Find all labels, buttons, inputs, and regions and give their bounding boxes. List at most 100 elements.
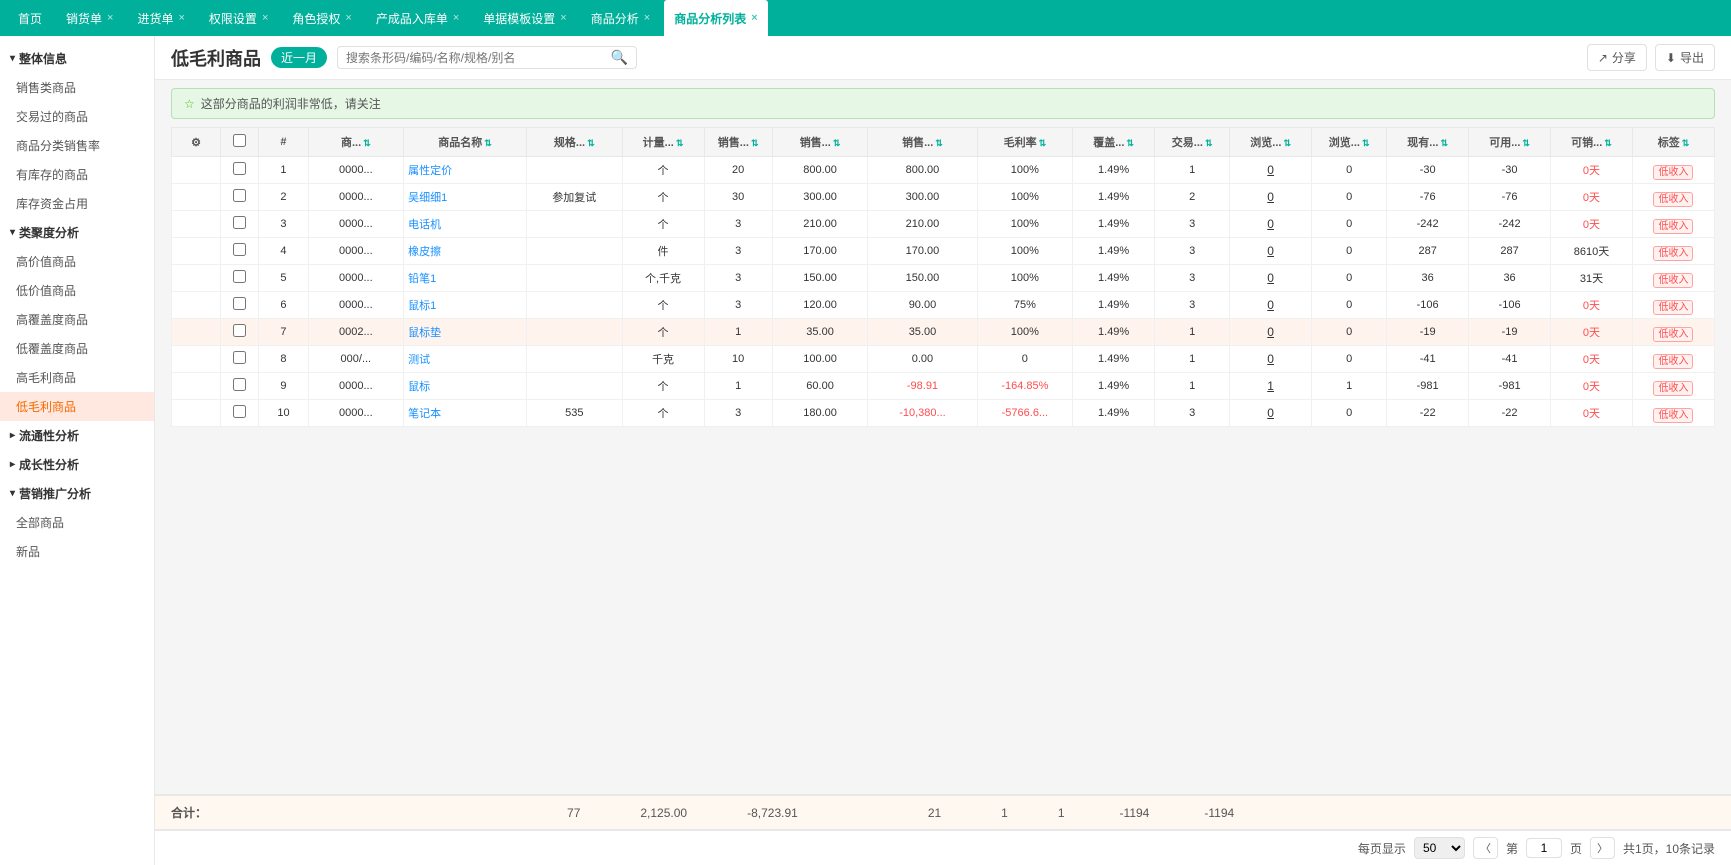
nav-role-close[interactable]: × [345, 12, 351, 24]
view1-value[interactable]: 1 [1267, 379, 1274, 393]
sidebar-group-marketing[interactable]: ▾ 营销推广分析 [0, 479, 154, 508]
cell-check[interactable] [221, 184, 259, 211]
nav-template[interactable]: 单据模板设置 × [473, 0, 576, 36]
view1-value[interactable]: 0 [1267, 217, 1274, 231]
nav-purchase-close[interactable]: × [178, 12, 184, 24]
nav-sales-close[interactable]: × [107, 12, 113, 24]
cell-view1[interactable]: 0 [1230, 319, 1312, 346]
cell-check[interactable] [221, 265, 259, 292]
sidebar-item-low-value[interactable]: 低价值商品 [0, 276, 154, 305]
row-checkbox[interactable] [233, 351, 246, 364]
nav-home[interactable]: 首页 [8, 0, 52, 36]
cell-view1[interactable]: 0 [1230, 184, 1312, 211]
view1-value[interactable]: 0 [1267, 406, 1274, 420]
cell-check[interactable] [221, 238, 259, 265]
nav-sales[interactable]: 销货单 × [56, 0, 123, 36]
row-checkbox[interactable] [233, 324, 246, 337]
nav-analysis-list-close[interactable]: × [751, 12, 757, 24]
row-checkbox[interactable] [233, 216, 246, 229]
col-view2-header[interactable]: 浏览...⇅ [1312, 128, 1387, 157]
view1-value[interactable]: 0 [1267, 298, 1274, 312]
view1-value[interactable]: 0 [1267, 190, 1274, 204]
col-sales-qty-header[interactable]: 销售...⇅ [704, 128, 772, 157]
col-cover-header[interactable]: 覆盖...⇅ [1073, 128, 1155, 157]
cell-view1[interactable]: 0 [1230, 265, 1312, 292]
search-input[interactable] [346, 51, 611, 65]
cell-view1[interactable]: 0 [1230, 292, 1312, 319]
sidebar-group-growth[interactable]: ▸ 成长性分析 [0, 450, 154, 479]
cell-view1[interactable]: 0 [1230, 346, 1312, 373]
cell-check[interactable] [221, 292, 259, 319]
col-code-header[interactable]: 商...⇅ [308, 128, 404, 157]
col-view1-header[interactable]: 浏览...⇅ [1230, 128, 1312, 157]
row-checkbox[interactable] [233, 297, 246, 310]
row-checkbox[interactable] [233, 270, 246, 283]
col-name-header[interactable]: 商品名称⇅ [404, 128, 527, 157]
nav-analysis-close[interactable]: × [644, 12, 650, 24]
cell-view1[interactable]: 0 [1230, 211, 1312, 238]
row-checkbox[interactable] [233, 243, 246, 256]
col-check-all[interactable] [221, 128, 259, 157]
view1-value[interactable]: 0 [1267, 271, 1274, 285]
page-input[interactable] [1526, 838, 1562, 858]
sidebar-item-category-sales-rate[interactable]: 商品分类销售率 [0, 131, 154, 160]
nav-template-close[interactable]: × [560, 12, 566, 24]
cell-name[interactable]: 鼠标垫 [404, 319, 527, 346]
cell-name[interactable]: 笔记本 [404, 400, 527, 427]
check-all[interactable] [233, 134, 246, 147]
search-icon[interactable]: 🔍 [611, 49, 628, 66]
cell-view1[interactable]: 1 [1230, 373, 1312, 400]
col-trade-header[interactable]: 交易...⇅ [1155, 128, 1230, 157]
view1-value[interactable]: 0 [1267, 163, 1274, 177]
sidebar-item-stock-capital[interactable]: 库存资金占用 [0, 189, 154, 218]
cell-check[interactable] [221, 373, 259, 400]
cell-name[interactable]: 鼠标1 [404, 292, 527, 319]
share-button[interactable]: ↗ 分享 [1587, 44, 1647, 71]
row-checkbox[interactable] [233, 162, 246, 175]
sidebar-item-in-stock-goods[interactable]: 有库存的商品 [0, 160, 154, 189]
date-filter-button[interactable]: 近一月 [271, 47, 327, 68]
col-sales-amt-header[interactable]: 销售...⇅ [868, 128, 977, 157]
sidebar-item-high-gross[interactable]: 高毛利商品 [0, 363, 154, 392]
cell-check[interactable] [221, 319, 259, 346]
nav-role[interactable]: 角色授权 × [282, 0, 361, 36]
cell-name[interactable]: 吴细细1 [404, 184, 527, 211]
row-checkbox[interactable] [233, 189, 246, 202]
col-spec-header[interactable]: 规格...⇅ [527, 128, 623, 157]
nav-product[interactable]: 产成品入库单 × [366, 0, 469, 36]
sidebar-item-sales-goods[interactable]: 销售类商品 [0, 73, 154, 102]
col-gear[interactable]: ⚙ [172, 128, 221, 157]
nav-purchase[interactable]: 进货单 × [127, 0, 194, 36]
cell-name[interactable]: 橡皮擦 [404, 238, 527, 265]
nav-product-close[interactable]: × [453, 12, 459, 24]
view1-value[interactable]: 0 [1267, 325, 1274, 339]
cell-check[interactable] [221, 211, 259, 238]
cell-name[interactable]: 测试 [404, 346, 527, 373]
cell-view1[interactable]: 0 [1230, 157, 1312, 184]
nav-permission[interactable]: 权限设置 × [199, 0, 278, 36]
cell-check[interactable] [221, 400, 259, 427]
nav-permission-close[interactable]: × [262, 12, 268, 24]
sidebar-item-high-coverage[interactable]: 高覆盖度商品 [0, 305, 154, 334]
view1-value[interactable]: 0 [1267, 352, 1274, 366]
sidebar-item-high-value[interactable]: 高价值商品 [0, 247, 154, 276]
sidebar-item-low-gross[interactable]: 低毛利商品 [0, 392, 154, 421]
page-size-select[interactable]: 50 100 200 [1414, 837, 1465, 859]
nav-analysis-list[interactable]: 商品分析列表 × [664, 0, 767, 36]
cell-name[interactable]: 鼠标 [404, 373, 527, 400]
row-checkbox[interactable] [233, 378, 246, 391]
sidebar-group-cluster[interactable]: ▾ 类聚度分析 [0, 218, 154, 247]
cell-view1[interactable]: 0 [1230, 400, 1312, 427]
col-avail-header[interactable]: 可用...⇅ [1469, 128, 1551, 157]
cell-view1[interactable]: 0 [1230, 238, 1312, 265]
col-sellable-header[interactable]: 可销...⇅ [1551, 128, 1633, 157]
sidebar-item-traded-goods[interactable]: 交易过的商品 [0, 102, 154, 131]
sidebar-item-low-coverage[interactable]: 低覆盖度商品 [0, 334, 154, 363]
col-tag-header[interactable]: 标签⇅ [1632, 128, 1714, 157]
cell-name[interactable]: 属性定价 [404, 157, 527, 184]
col-stock-header[interactable]: 现有...⇅ [1387, 128, 1469, 157]
cell-name[interactable]: 铅笔1 [404, 265, 527, 292]
sidebar-group-flow[interactable]: ▸ 流通性分析 [0, 421, 154, 450]
col-gross-header[interactable]: 毛利率⇅ [977, 128, 1073, 157]
prev-page-button[interactable]: 〈 [1473, 837, 1498, 859]
